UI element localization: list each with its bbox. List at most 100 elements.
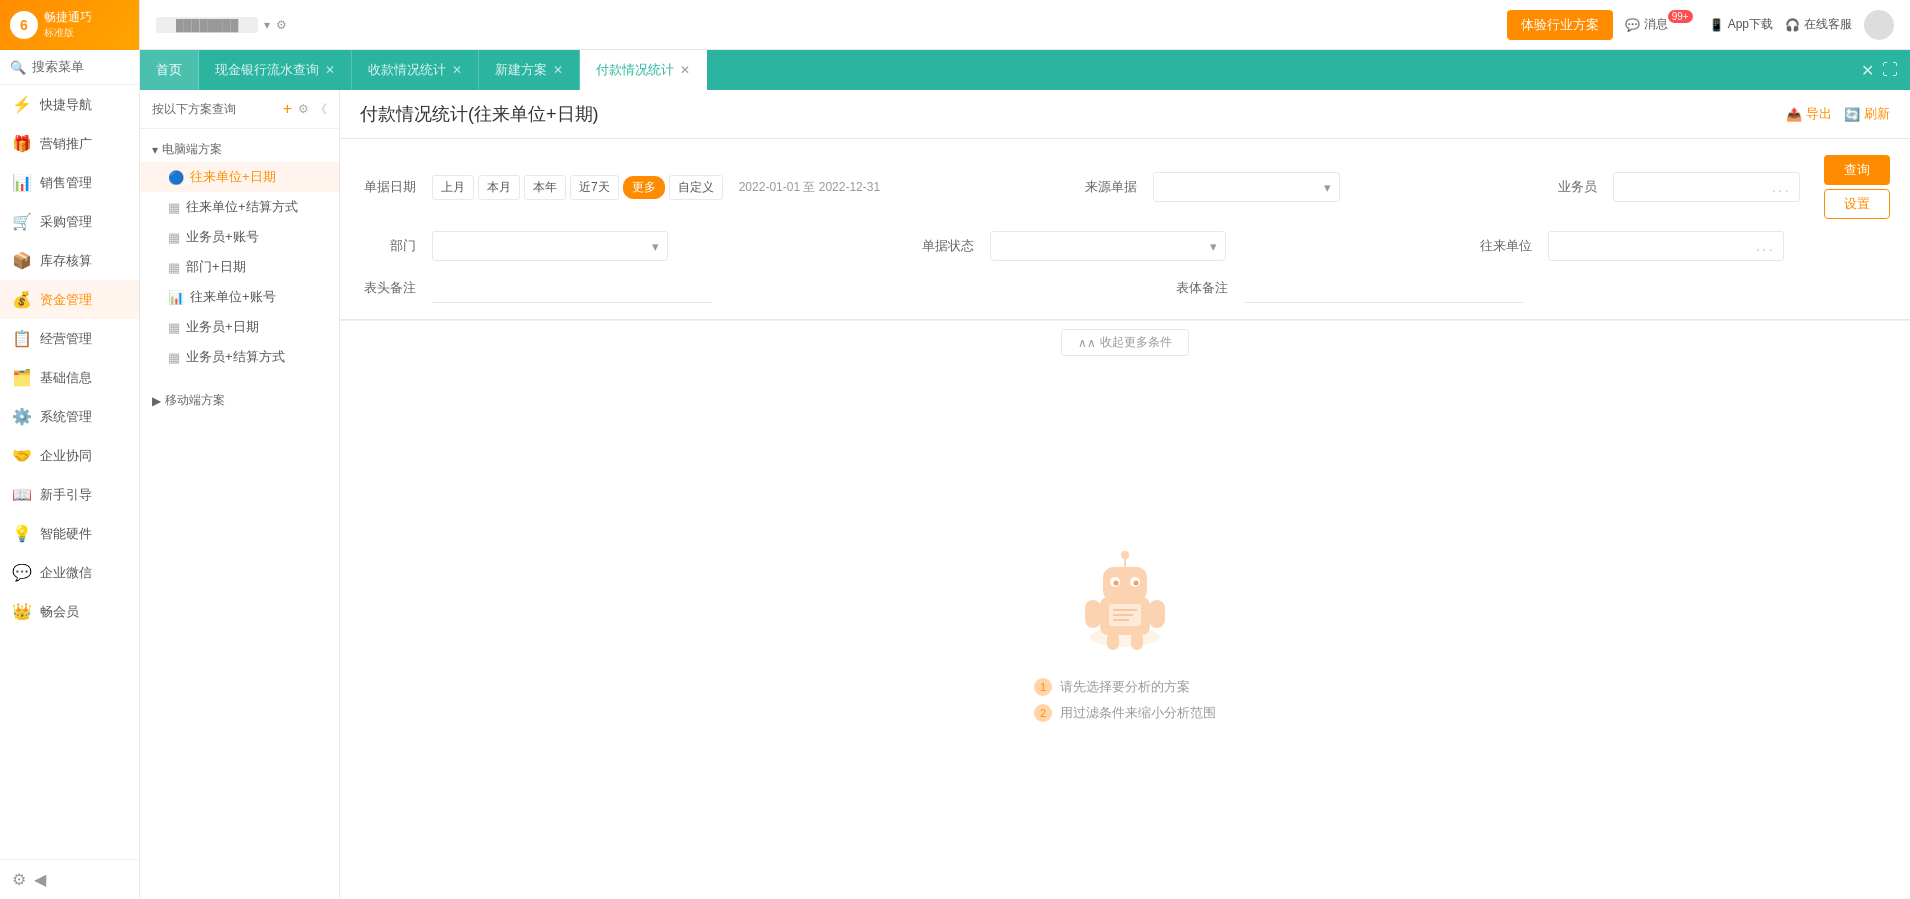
settings-topbar-icon[interactable]: ⚙ [276,18,287,32]
last-month-btn[interactable]: 上月 [432,175,474,200]
current-month-btn[interactable]: 本月 [478,175,520,200]
tab-receipt-stats-close[interactable]: ✕ [452,63,462,77]
add-scheme-btn[interactable]: + [283,100,292,118]
quick-nav-label: 快捷导航 [40,96,92,114]
operation-icon: 📋 [12,329,32,348]
dept-select[interactable]: ▾ [432,231,668,261]
body-note-input[interactable] [1244,273,1524,303]
voucher-status-select[interactable]: ▾ [990,231,1226,261]
partner-account-label: 往来单位+账号 [190,288,276,306]
search-menu[interactable]: 🔍 搜索菜单 [0,50,139,85]
staff-dots[interactable]: ... [1772,178,1791,196]
date-range-text: 2022-01-01 至 2022-12-31 [739,179,880,196]
sidebar-item-enterprise[interactable]: 🤝 企业协同 [0,436,139,475]
tab-bank-flow-close[interactable]: ✕ [325,63,335,77]
logo-icon: 6 [10,11,38,39]
tab-payment-stats-close[interactable]: ✕ [680,63,690,77]
tab-bank-flow[interactable]: 现金银行流水查询 ✕ [199,50,352,90]
dept-date-label: 部门+日期 [186,258,246,276]
app-download-btn[interactable]: 📱 App下载 [1709,16,1773,33]
page-title: 付款情况统计(往来单位+日期) [360,102,599,126]
tip-1-text: 请先选择要分析的方案 [1060,678,1190,696]
desktop-group-label: 电脑端方案 [162,141,222,158]
avatar[interactable] [1864,10,1894,40]
current-year-btn[interactable]: 本年 [524,175,566,200]
export-btn[interactable]: 📤 导出 [1786,105,1832,123]
collapse-sidebar-icon[interactable]: ◀ [34,870,46,889]
svg-point-8 [1121,551,1129,559]
sidebar-item-inventory[interactable]: 📦 库存核算 [0,241,139,280]
sidebar-item-wechat[interactable]: 💬 企业微信 [0,553,139,592]
sidebar-item-sales[interactable]: 📊 销售管理 [0,163,139,202]
sidebar-item-guide[interactable]: 📖 新手引导 [0,475,139,514]
custom-date-btn[interactable]: 自定义 [669,175,723,200]
sidebar-item-hardware[interactable]: 💡 智能硬件 [0,514,139,553]
tab-expand-icon[interactable]: ⛶ [1882,61,1898,79]
basic-icon: 🗂️ [12,368,32,387]
desktop-group-title[interactable]: ▾ 电脑端方案 [140,137,339,162]
chevron-down-icon[interactable]: ▾ [264,18,270,32]
tab-new-scheme[interactable]: 新建方案 ✕ [479,50,580,90]
scheme-item-partner-account[interactable]: 📊 往来单位+账号 [140,282,339,312]
topbar: ████████ ▾ ⚙ 体验行业方案 💬 消息 99+ 📱 App下载 🎧 在… [140,0,1910,50]
scheme-item-staff-date[interactable]: ▦ 业务员+日期 [140,312,339,342]
scheme-item-staff-settlement[interactable]: ▦ 业务员+结算方式 [140,342,339,372]
purchase-label: 采购管理 [40,213,92,231]
breadcrumb: ████████ ▾ ⚙ [156,17,1495,33]
sidebar-item-capital[interactable]: 💰 资金管理 [0,280,139,319]
tab-close-all-icon[interactable]: ✕ [1861,61,1874,80]
scheme-item-staff-account[interactable]: ▦ 业务员+账号 [140,222,339,252]
staff-settlement-label: 业务员+结算方式 [186,348,285,366]
mobile-group-title[interactable]: ▶ 移动端方案 [140,388,339,413]
hardware-icon: 💡 [12,524,32,543]
sidebar-item-marketing[interactable]: 🎁 营销推广 [0,124,139,163]
tip-1-number: 1 [1034,678,1052,696]
desktop-group-arrow: ▾ [152,143,158,157]
partner-select[interactable]: ... [1548,231,1784,261]
sidebar-item-basic[interactable]: 🗂️ 基础信息 [0,358,139,397]
message-icon: 💬 [1625,18,1640,32]
tab-receipt-stats[interactable]: 收款情况统计 ✕ [352,50,479,90]
wechat-icon: 💬 [12,563,32,582]
inventory-icon: 📦 [12,251,32,270]
sidebar-item-member[interactable]: 👑 畅会员 [0,592,139,631]
enterprise-icon: 🤝 [12,446,32,465]
tab-controls: ✕ ⛶ [1849,50,1910,90]
filter-settings-button[interactable]: 设置 [1824,189,1890,219]
tab-payment-stats[interactable]: 付款情况统计 ✕ [580,50,707,90]
scheme-collapse-btn[interactable]: 《 [315,101,327,118]
empty-state: 1 请先选择要分析的方案 2 用过滤条件来缩小分析范围 [340,364,1910,899]
scheme-item-dept-date[interactable]: ▦ 部门+日期 [140,252,339,282]
tab-bank-flow-label: 现金银行流水查询 [215,61,319,79]
tab-home[interactable]: 首页 [140,50,199,90]
refresh-btn[interactable]: 🔄 刷新 [1844,105,1890,123]
scheme-item-partner-settlement[interactable]: ▦ 往来单位+结算方式 [140,192,339,222]
online-support-btn[interactable]: 🎧 在线客服 [1785,16,1852,33]
partner-dots[interactable]: ... [1756,237,1775,255]
filter-row-1: 单据日期 上月 本月 本年 近7天 更多 自定义 2022-01-01 至 20… [360,155,1890,219]
trial-button[interactable]: 体验行业方案 [1507,10,1613,40]
staff-select[interactable]: ... [1613,172,1800,202]
collapse-conditions-btn[interactable]: ∧∧ 收起更多条件 [1061,329,1189,356]
staff-date-label: 业务员+日期 [186,318,259,336]
scheme-settings-btn[interactable]: ⚙ [298,102,309,116]
tab-new-scheme-close[interactable]: ✕ [553,63,563,77]
partner-date-icon: 🔵 [168,170,184,185]
source-voucher-select[interactable]: ▾ [1153,172,1340,202]
more-dates-btn[interactable]: 更多 [623,176,665,199]
sidebar-item-operation[interactable]: 📋 经营管理 [0,319,139,358]
header-note-input[interactable] [432,273,712,303]
tab-payment-stats-label: 付款情况统计 [596,61,674,79]
partner-label: 往来单位 [1476,237,1532,255]
source-voucher-arrow: ▾ [1324,180,1331,195]
last-7days-btn[interactable]: 近7天 [570,175,619,200]
sidebar-item-system[interactable]: ⚙️ 系统管理 [0,397,139,436]
query-button[interactable]: 查询 [1824,155,1890,185]
sidebar-item-quick-nav[interactable]: ⚡ 快捷导航 [0,85,139,124]
scheme-item-partner-date[interactable]: 🔵 往来单位+日期 [140,162,339,192]
mobile-group-arrow: ▶ [152,394,161,408]
sidebar-item-purchase[interactable]: 🛒 采购管理 [0,202,139,241]
messages-btn[interactable]: 💬 消息 99+ [1625,16,1697,33]
settings-bottom-icon[interactable]: ⚙ [12,870,26,889]
basic-label: 基础信息 [40,369,92,387]
